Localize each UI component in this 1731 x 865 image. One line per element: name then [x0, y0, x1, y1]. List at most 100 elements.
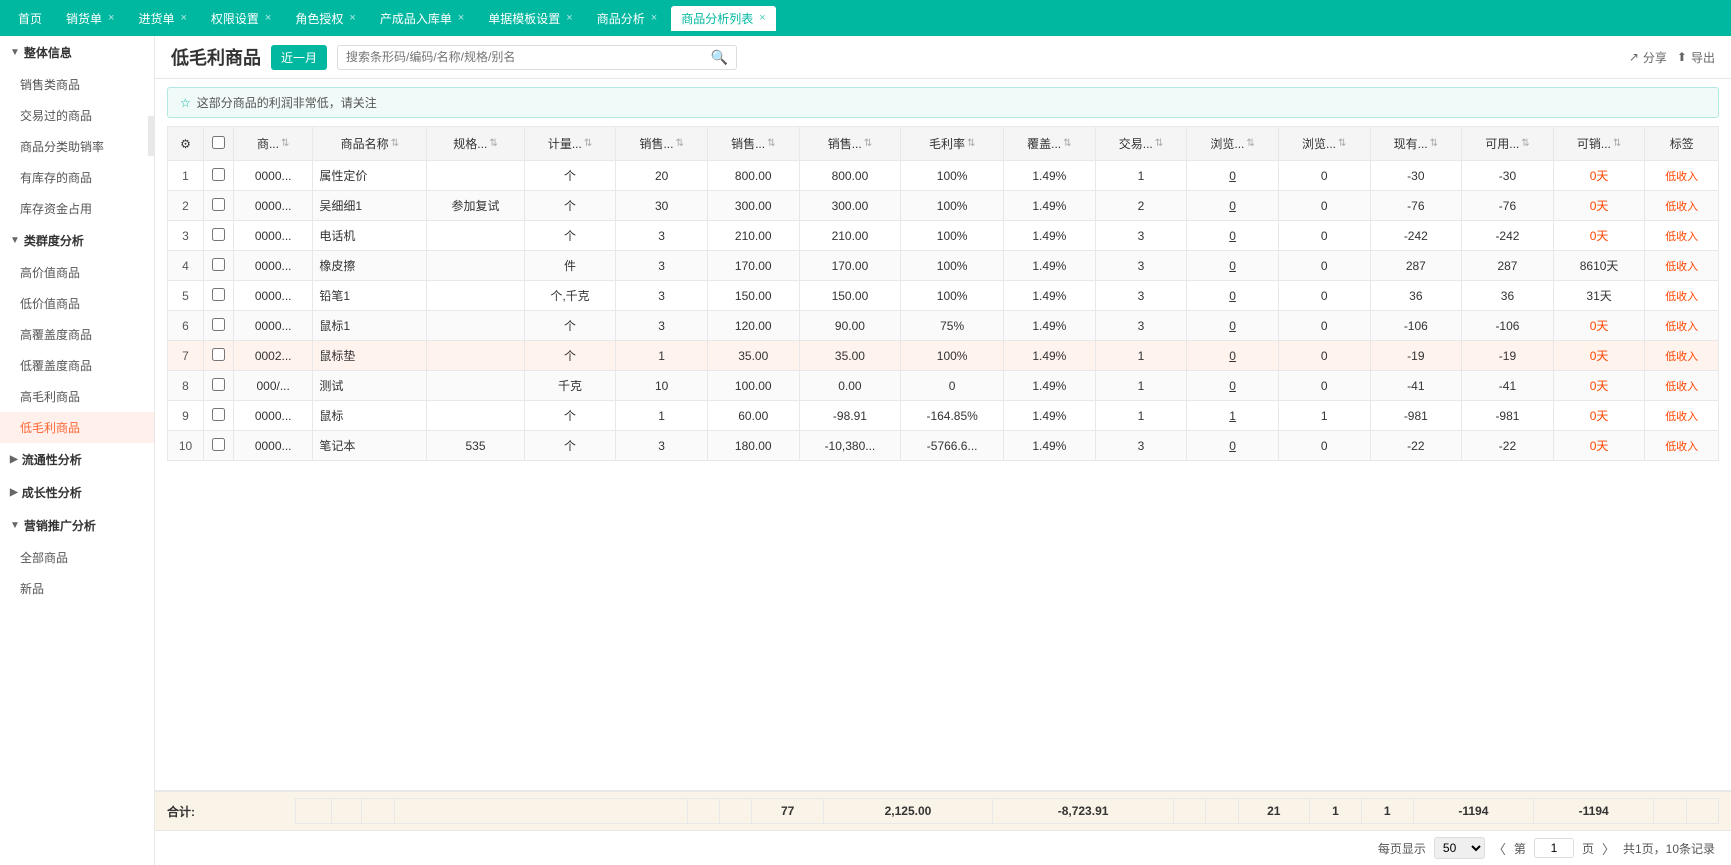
select-all-checkbox[interactable]	[212, 136, 225, 149]
sidebar-group-marketing[interactable]: ▼ 营销推广分析	[0, 509, 154, 542]
table-row: 6 0000... 鼠标1 个 3 120.00 90.00 75% 1.49%…	[168, 311, 1719, 341]
row-views1[interactable]: 0	[1187, 281, 1279, 311]
row-views1[interactable]: 0	[1187, 431, 1279, 461]
row-unit: 个	[524, 191, 616, 221]
nav-product-entry[interactable]: 产成品入库单 ×	[370, 6, 474, 31]
row-checkbox[interactable]	[204, 251, 234, 281]
th-current-stock[interactable]: 现有...⇅	[1370, 127, 1462, 161]
row-code: 0002...	[234, 341, 313, 371]
nav-close-sales[interactable]: ×	[108, 12, 114, 24]
nav-close-template[interactable]: ×	[566, 12, 572, 24]
th-saleable-days[interactable]: 可销...⇅	[1553, 127, 1645, 161]
sort-icon-8: ⇅	[967, 138, 975, 149]
nav-close-permissions[interactable]: ×	[265, 12, 271, 24]
prev-page-button[interactable]: 〈	[1493, 839, 1506, 858]
row-views1[interactable]: 0	[1187, 221, 1279, 251]
th-available-stock[interactable]: 可用...⇅	[1462, 127, 1554, 161]
row-sales-qty: 3	[616, 281, 708, 311]
sidebar-item-low-value[interactable]: 低价值商品	[0, 288, 154, 319]
sort-icon: ⇅	[281, 138, 289, 149]
nav-purchase[interactable]: 进货单 ×	[128, 6, 196, 31]
row-views1[interactable]: 0	[1187, 371, 1279, 401]
th-sales-price[interactable]: 销售...⇅	[707, 127, 799, 161]
row-checkbox[interactable]	[204, 161, 234, 191]
th-sales-qty[interactable]: 销售...⇅	[616, 127, 708, 161]
nav-close-product-analysis[interactable]: ×	[651, 12, 657, 24]
nav-home[interactable]: 首页	[8, 6, 52, 31]
row-name: 吴细细1	[313, 191, 427, 221]
sidebar-item-all-goods[interactable]: 全部商品	[0, 542, 154, 573]
nav-product-analysis[interactable]: 商品分析 ×	[587, 6, 667, 31]
nav-role-auth[interactable]: 角色授权 ×	[285, 6, 365, 31]
search-icon[interactable]: 🔍	[711, 49, 728, 66]
th-code[interactable]: 商...⇅	[234, 127, 313, 161]
time-filter-button[interactable]: 近一月	[271, 45, 327, 70]
nav-close-product-entry[interactable]: ×	[458, 12, 464, 24]
sidebar-item-sales-goods[interactable]: 销售类商品	[0, 69, 154, 100]
sidebar-item-in-stock[interactable]: 有库存的商品	[0, 162, 154, 193]
row-sales-price: 180.00	[707, 431, 799, 461]
search-input[interactable]	[346, 50, 711, 64]
row-checkbox[interactable]	[204, 221, 234, 251]
th-tags[interactable]: 标签	[1645, 127, 1719, 161]
row-checkbox[interactable]	[204, 191, 234, 221]
row-views1[interactable]: 0	[1187, 191, 1279, 221]
th-coverage[interactable]: 覆盖...⇅	[1004, 127, 1096, 161]
sidebar-item-low-coverage[interactable]: 低覆盖度商品	[0, 350, 154, 381]
th-sales-profit[interactable]: 销售...⇅	[799, 127, 901, 161]
sidebar-item-high-value[interactable]: 高价值商品	[0, 257, 154, 288]
sidebar-group-overall[interactable]: ▼ 整体信息	[0, 36, 154, 69]
row-views1[interactable]: 0	[1187, 311, 1279, 341]
nav-close-product-analysis-list[interactable]: ×	[759, 12, 765, 24]
sidebar-group-circulation[interactable]: ▶ 流通性分析	[0, 443, 154, 476]
sidebar-group-cluster[interactable]: ▼ 类群度分析	[0, 224, 154, 257]
row-checkbox[interactable]	[204, 281, 234, 311]
row-views1[interactable]: 0	[1187, 251, 1279, 281]
sidebar-item-category-rate[interactable]: 商品分类助销率	[0, 131, 154, 162]
share-button[interactable]: ↗ 分享	[1629, 49, 1667, 66]
row-name: 电话机	[313, 221, 427, 251]
next-page-button[interactable]: 〉	[1602, 839, 1615, 858]
row-sales-profit: 150.00	[799, 281, 901, 311]
page-size-select[interactable]: 50 10 20 100	[1434, 837, 1485, 859]
nav-close-purchase[interactable]: ×	[180, 12, 186, 24]
th-spec[interactable]: 规格...⇅	[427, 127, 524, 161]
sidebar-item-capital[interactable]: 库存资金占用	[0, 193, 154, 224]
sidebar-group-growth[interactable]: ▶ 成长性分析	[0, 476, 154, 509]
row-checkbox[interactable]	[204, 431, 234, 461]
nav-permissions[interactable]: 权限设置 ×	[201, 6, 281, 31]
th-settings[interactable]: ⚙	[168, 127, 204, 161]
page-number-input[interactable]	[1534, 838, 1574, 858]
row-spec	[427, 281, 524, 311]
row-checkbox[interactable]	[204, 401, 234, 431]
row-views1[interactable]: 1	[1187, 401, 1279, 431]
th-views1[interactable]: 浏览...⇅	[1187, 127, 1279, 161]
row-tags: 低收入	[1645, 161, 1719, 191]
row-saleable-days: 0天	[1553, 311, 1645, 341]
nav-close-role-auth[interactable]: ×	[349, 12, 355, 24]
row-checkbox[interactable]	[204, 341, 234, 371]
th-gross-rate[interactable]: 毛利率⇅	[901, 127, 1004, 161]
th-views2[interactable]: 浏览...⇅	[1278, 127, 1370, 161]
row-checkbox[interactable]	[204, 311, 234, 341]
arrow-icon: ▼	[10, 47, 20, 58]
sidebar-item-high-margin[interactable]: 高毛利商品	[0, 381, 154, 412]
th-name[interactable]: 商品名称⇅	[313, 127, 427, 161]
sidebar-item-traded-goods[interactable]: 交易过的商品	[0, 100, 154, 131]
settings-icon[interactable]: ⚙	[180, 137, 191, 151]
row-gross-rate: 100%	[901, 191, 1004, 221]
th-transactions[interactable]: 交易...⇅	[1095, 127, 1187, 161]
nav-template[interactable]: 单据模板设置 ×	[478, 6, 582, 31]
row-views1[interactable]: 0	[1187, 161, 1279, 191]
sidebar-item-high-coverage[interactable]: 高覆盖度商品	[0, 319, 154, 350]
export-button[interactable]: ⬆ 导出	[1677, 49, 1715, 66]
th-unit[interactable]: 计量...⇅	[524, 127, 616, 161]
row-checkbox[interactable]	[204, 371, 234, 401]
row-name: 测试	[313, 371, 427, 401]
nav-sales[interactable]: 销货单 ×	[56, 6, 124, 31]
sidebar-item-low-margin[interactable]: 低毛利商品	[0, 412, 154, 443]
sidebar-collapse-btn[interactable]: 《	[148, 116, 155, 156]
sidebar-item-new-goods[interactable]: 新品	[0, 573, 154, 604]
row-views1[interactable]: 0	[1187, 341, 1279, 371]
nav-product-analysis-list[interactable]: 商品分析列表 ×	[671, 6, 775, 31]
